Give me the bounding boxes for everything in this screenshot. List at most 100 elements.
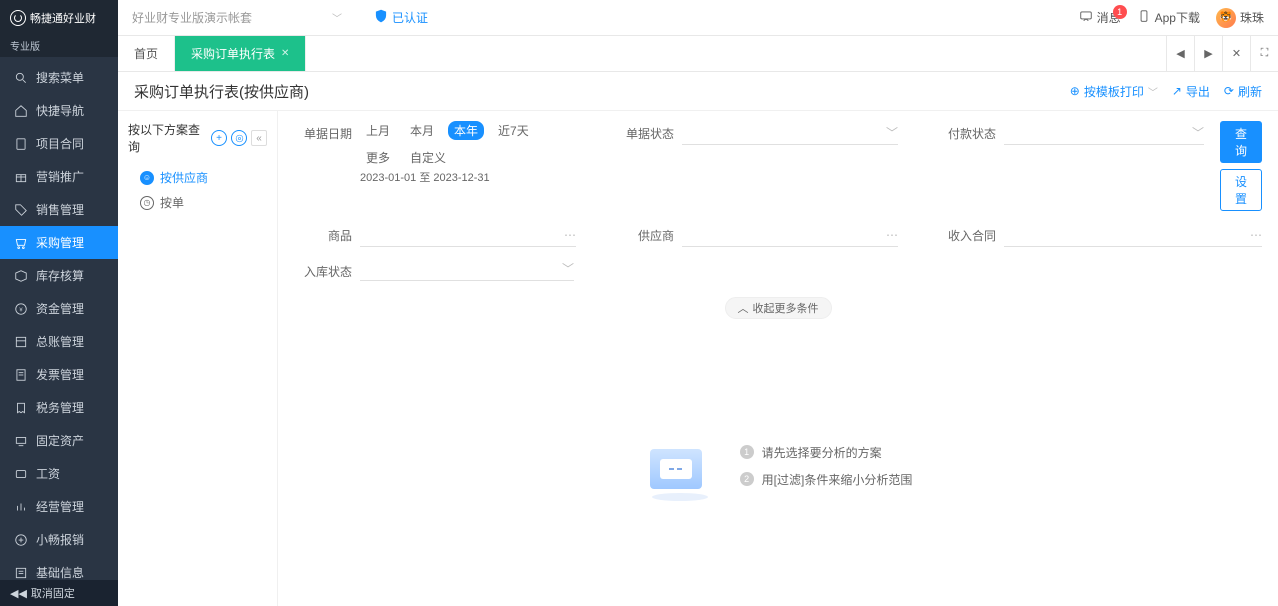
supplier-select[interactable]: ⋯ bbox=[682, 223, 898, 247]
sidebar-unpin[interactable]: ◀◀ 取消固定 bbox=[0, 580, 118, 606]
sidebar-item-sales[interactable]: 销售管理 bbox=[0, 193, 118, 226]
sidebar-label: 基础信息 bbox=[36, 564, 84, 580]
chat-icon bbox=[1079, 9, 1093, 26]
sidebar-label: 固定资产 bbox=[36, 432, 84, 449]
topbar: 好业财专业版演示帐套 ﹀ 已认证 消息 1 App下载 🐯 珠珠 bbox=[118, 0, 1278, 36]
settings-button[interactable]: 设置 bbox=[1220, 169, 1262, 211]
chevron-down-icon: ﹀ bbox=[886, 124, 898, 141]
sidebar-label: 税务管理 bbox=[36, 399, 84, 416]
sidebar-item-assets[interactable]: 固定资产 bbox=[0, 424, 118, 457]
chevron-down-icon: ﹀ bbox=[332, 10, 342, 25]
close-icon[interactable]: ✕ bbox=[281, 48, 289, 59]
date-chip-custom[interactable]: 自定义 bbox=[404, 148, 452, 167]
brand-name: 畅捷通好业财 bbox=[30, 10, 96, 26]
voucher-status-select[interactable]: ﹀ bbox=[682, 121, 898, 145]
payment-status-select[interactable]: ﹀ bbox=[1004, 121, 1204, 145]
date-chip-this-month[interactable]: 本月 bbox=[404, 121, 440, 140]
date-range-text: 2023-01-01 至 2023-12-31 bbox=[360, 169, 576, 185]
inbound-status-select[interactable]: ﹀ bbox=[360, 257, 574, 281]
print-button[interactable]: ⊕ 按模板打印 ﹀ bbox=[1070, 83, 1158, 100]
sidebar-item-marketing[interactable]: 营销推广 bbox=[0, 160, 118, 193]
user-name: 珠珠 bbox=[1240, 9, 1264, 26]
sidebar-item-reimburse[interactable]: 小畅报销 bbox=[0, 523, 118, 556]
sidebar-item-ledger[interactable]: 总账管理 bbox=[0, 325, 118, 358]
account-selector[interactable]: 好业财专业版演示帐套 ﹀ bbox=[132, 9, 342, 26]
sidebar-label: 营销推广 bbox=[36, 168, 84, 185]
sidebar-item-tax[interactable]: 税务管理 bbox=[0, 391, 118, 424]
scheme-collapse-button[interactable]: « bbox=[251, 130, 267, 146]
empty-step-1: 请先选择要分析的方案 bbox=[762, 444, 882, 461]
more-icon: ⋯ bbox=[564, 228, 576, 242]
tab-next[interactable]: ▶ bbox=[1194, 36, 1222, 71]
sidebar-item-basic-info[interactable]: 基础信息 bbox=[0, 556, 118, 580]
avatar-icon: 🐯 bbox=[1216, 8, 1236, 28]
sidebar-item-quicknav[interactable]: 快捷导航 bbox=[0, 94, 118, 127]
account-name: 好业财专业版演示帐套 bbox=[132, 9, 252, 26]
brand-logo-icon bbox=[10, 10, 26, 26]
empty-state: 1请先选择要分析的方案 2用[过滤]条件来缩小分析范围 bbox=[278, 325, 1278, 606]
date-chip-this-year[interactable]: 本年 bbox=[448, 121, 484, 140]
scheme-settings-button[interactable] bbox=[231, 130, 247, 146]
filter-label-goods: 商品 bbox=[294, 223, 352, 244]
scheme-item-label: 按单 bbox=[160, 194, 184, 211]
svg-text:¥: ¥ bbox=[19, 307, 23, 313]
filter-label-payment-status: 付款状态 bbox=[938, 121, 996, 142]
sidebar-label: 总账管理 bbox=[36, 333, 84, 350]
export-label: 导出 bbox=[1186, 83, 1210, 100]
sidebar-label: 搜索菜单 bbox=[36, 69, 84, 86]
step-number-2: 2 bbox=[740, 472, 754, 486]
scheme-item-by-voucher[interactable]: ◷ 按单 bbox=[128, 190, 267, 215]
refresh-button[interactable]: ⟳ 刷新 bbox=[1224, 83, 1262, 100]
sidebar-label: 工资 bbox=[36, 465, 60, 482]
asset-icon bbox=[14, 434, 28, 448]
sidebar-item-funds[interactable]: ¥ 资金管理 bbox=[0, 292, 118, 325]
sidebar-item-invoice[interactable]: 发票管理 bbox=[0, 358, 118, 391]
collapse-conditions-button[interactable]: ︿ 收起更多条件 bbox=[725, 297, 832, 319]
tab-close-all[interactable]: ✕ bbox=[1222, 36, 1250, 71]
page-header: 采购订单执行表(按供应商) ⊕ 按模板打印 ﹀ ↗ 导出 ⟳ 刷新 bbox=[118, 72, 1278, 110]
reimburse-icon bbox=[14, 533, 28, 547]
verified-badge[interactable]: 已认证 bbox=[374, 9, 428, 26]
sidebar-label: 采购管理 bbox=[36, 234, 84, 251]
sidebar-item-operation[interactable]: 经营管理 bbox=[0, 490, 118, 523]
scheme-item-by-supplier[interactable]: ☺ 按供应商 bbox=[128, 165, 267, 190]
filter-label-voucher-status: 单据状态 bbox=[616, 121, 674, 142]
query-button[interactable]: 查询 bbox=[1220, 121, 1262, 163]
chevron-down-icon: ﹀ bbox=[1192, 124, 1204, 141]
filter-label-inbound-status: 入库状态 bbox=[294, 259, 352, 280]
more-icon: ⋯ bbox=[1250, 228, 1262, 242]
info-icon bbox=[14, 566, 28, 580]
sidebar-item-inventory[interactable]: 库存核算 bbox=[0, 259, 118, 292]
export-button[interactable]: ↗ 导出 bbox=[1172, 83, 1210, 100]
print-icon: ⊕ bbox=[1070, 84, 1080, 98]
chart-icon bbox=[14, 500, 28, 514]
sidebar-label: 项目合同 bbox=[36, 135, 84, 152]
app-download-button[interactable]: App下载 bbox=[1137, 9, 1200, 26]
sidebar-item-project-contract[interactable]: 项目合同 bbox=[0, 127, 118, 160]
tab-label: 首页 bbox=[134, 45, 158, 62]
tab-home[interactable]: 首页 bbox=[118, 36, 175, 71]
home-icon bbox=[14, 104, 28, 118]
sidebar-item-salary[interactable]: 工资 bbox=[0, 457, 118, 490]
date-chip-last-month[interactable]: 上月 bbox=[360, 121, 396, 140]
tab-current[interactable]: 采购订单执行表 ✕ bbox=[175, 36, 306, 71]
goods-select[interactable]: ⋯ bbox=[360, 223, 576, 247]
sidebar: 畅捷通好业财 专业版 搜索菜单 快捷导航 项目合同 营销推广 销售管理 采购管理… bbox=[0, 0, 118, 606]
date-chip-more[interactable]: 更多 bbox=[360, 148, 396, 167]
chevron-down-icon: ﹀ bbox=[1148, 84, 1158, 99]
user-menu[interactable]: 🐯 珠珠 bbox=[1216, 8, 1264, 28]
scheme-panel: 按以下方案查询 + « ☺ 按供应商 ◷ 按单 bbox=[118, 111, 278, 606]
sidebar-label: 资金管理 bbox=[36, 300, 84, 317]
filter-label-income-contract: 收入合同 bbox=[938, 223, 996, 244]
date-chip-7days[interactable]: 近7天 bbox=[492, 121, 535, 140]
tab-fullscreen[interactable]: ⛶ bbox=[1250, 36, 1278, 71]
income-contract-select[interactable]: ⋯ bbox=[1004, 223, 1262, 247]
sidebar-item-purchase[interactable]: 采购管理 bbox=[0, 226, 118, 259]
sidebar-label: 小畅报销 bbox=[36, 531, 84, 548]
messages-button[interactable]: 消息 1 bbox=[1079, 9, 1121, 26]
invoice-icon bbox=[14, 368, 28, 382]
tab-prev[interactable]: ◀ bbox=[1166, 36, 1194, 71]
sidebar-item-search-menu[interactable]: 搜索菜单 bbox=[0, 61, 118, 94]
scheme-add-button[interactable]: + bbox=[211, 130, 227, 146]
salary-icon bbox=[14, 467, 28, 481]
